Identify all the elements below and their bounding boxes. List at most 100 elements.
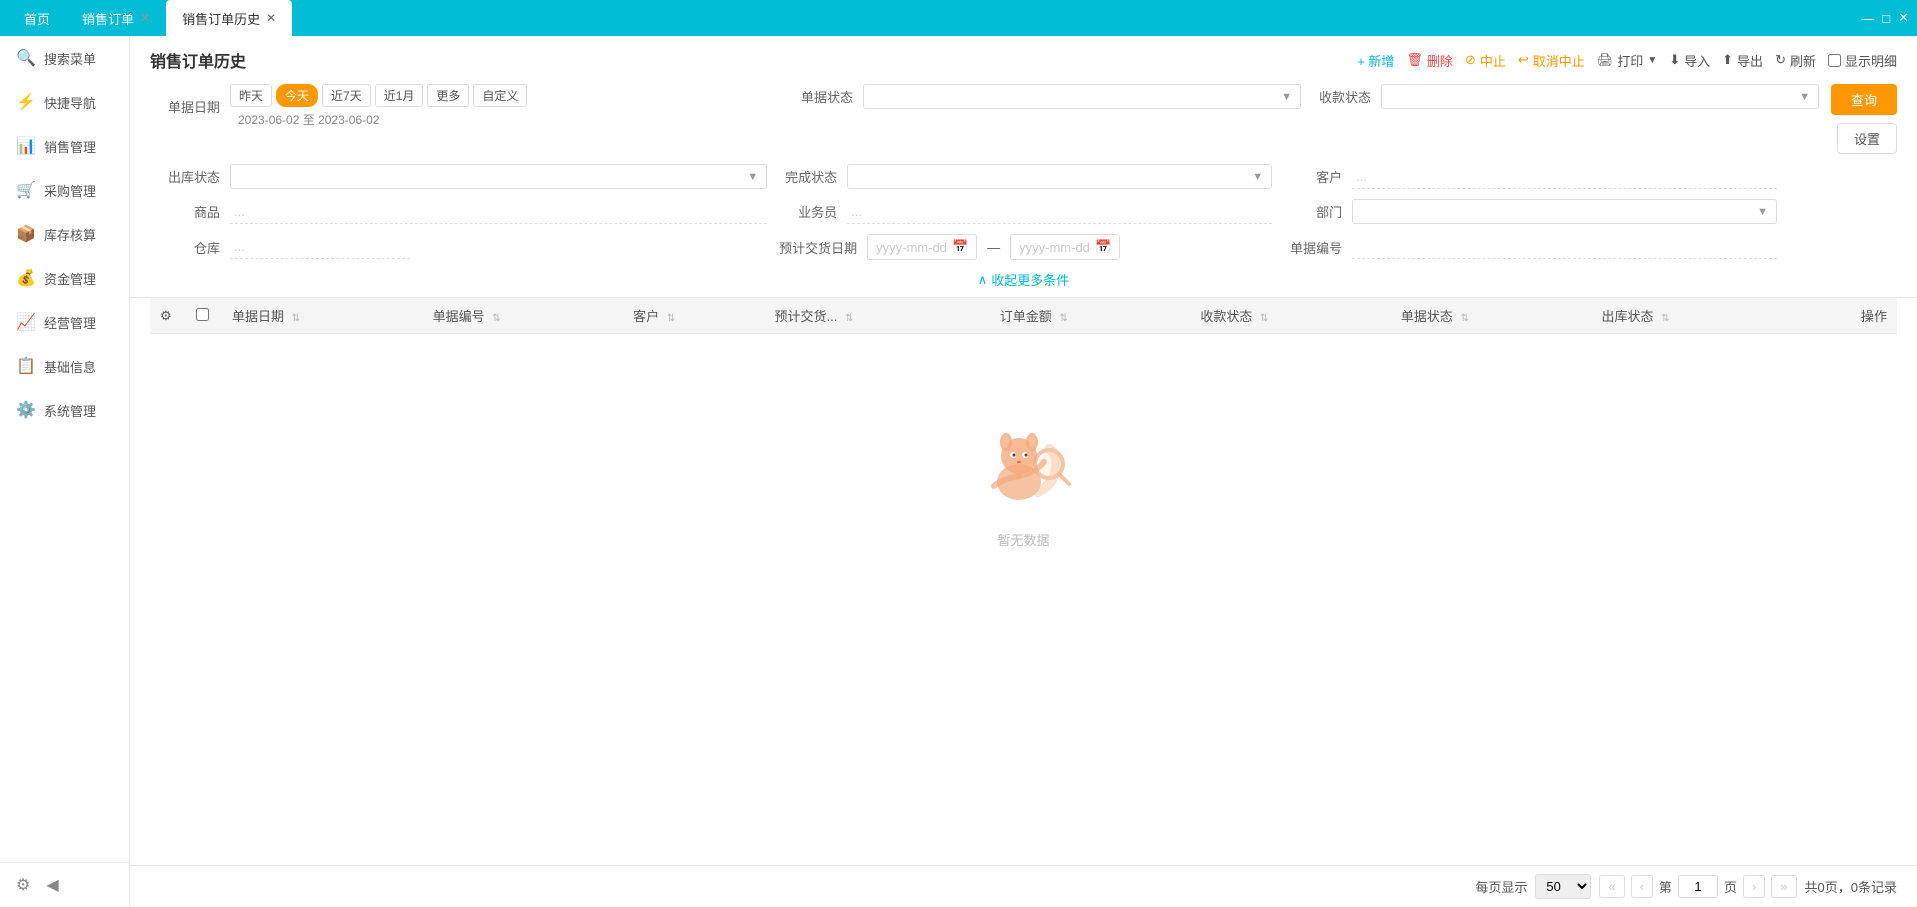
salesperson-input[interactable]: ... [847, 200, 1272, 224]
sidebar-item-label: 采购管理 [44, 181, 96, 200]
sidebar-collapse-icon[interactable]: ◀ [46, 875, 58, 895]
th-order-status[interactable]: 单据状态 ⇅ [1391, 298, 1592, 334]
print-dropdown-icon[interactable]: ▼ [1647, 55, 1657, 66]
th-delivery-status[interactable]: 出库状态 ⇅ [1591, 298, 1792, 334]
sidebar-item-purchase[interactable]: 🛒 采购管理 [0, 168, 129, 212]
date-btn-today[interactable]: 今天 [276, 84, 318, 107]
delete-button[interactable]: 🗑 删除 [1406, 51, 1453, 70]
sidebar-item-basic-info[interactable]: 📋 基础信息 [0, 344, 129, 388]
print-button[interactable]: 🖨 打印 ▼ [1597, 51, 1657, 70]
sidebar-item-operations[interactable]: 📈 经营管理 [0, 300, 129, 344]
import-button[interactable]: ⬇ 导入 [1669, 51, 1710, 70]
tab-sales-order-close[interactable]: ✕ [140, 11, 150, 25]
collapse-filter-button[interactable]: ∧ 收起更多条件 [150, 270, 1897, 289]
minimize-button[interactable]: — [1861, 11, 1874, 26]
order-status-label: 单据状态 [783, 87, 863, 106]
expected-delivery-from[interactable]: yyyy-mm-dd 📅 [867, 234, 977, 260]
last-page-button[interactable]: » [1771, 875, 1796, 898]
settings-button[interactable]: 设置 [1837, 123, 1897, 154]
footer: 每页显示 50 10 20 100 « ‹ 第 页 › » 共0页，0条记录 [130, 865, 1917, 907]
display-detail-checkbox[interactable]: 显示明细 [1828, 51, 1897, 70]
department-arrow: ▼ [1757, 206, 1768, 218]
cancel-stop-button[interactable]: ↩ 取消中止 [1518, 51, 1585, 70]
page-input[interactable] [1678, 875, 1718, 898]
calendar-from-icon[interactable]: 📅 [952, 239, 968, 255]
refresh-button[interactable]: ↻ 刷新 [1775, 51, 1816, 70]
tab-sales-order-history-close[interactable]: ✕ [266, 11, 276, 25]
delivery-status-arrow: ▼ [747, 171, 758, 183]
export-button[interactable]: ⬆ 导出 [1722, 51, 1763, 70]
sort-number-icon[interactable]: ⇅ [492, 313, 500, 324]
sidebar-item-label: 销售管理 [44, 137, 96, 156]
sort-amount-icon[interactable]: ⇅ [1059, 313, 1067, 324]
department-label: 部门 [1272, 202, 1352, 221]
refresh-icon: ↻ [1775, 52, 1786, 68]
sidebar-item-quick-nav[interactable]: ⚡ 快捷导航 [0, 80, 129, 124]
date-btn-more[interactable]: 更多 [427, 84, 469, 107]
sort-order-icon[interactable]: ⇅ [1461, 313, 1469, 324]
th-number[interactable]: 单据编号 ⇅ [423, 298, 624, 334]
date-btn-1month[interactable]: 近1月 [375, 84, 424, 107]
sidebar-item-system[interactable]: ⚙️ 系统管理 [0, 388, 129, 432]
delivery-status-select[interactable]: ▼ [230, 164, 767, 189]
empty-text: 暂无数据 [997, 530, 1049, 549]
th-amount[interactable]: 订单金额 ⇅ [990, 298, 1191, 334]
window-controls: — □ ✕ [1861, 10, 1909, 26]
payment-status-select[interactable]: ▼ [1381, 84, 1819, 109]
total-records: 共0页，0条记录 [1805, 877, 1897, 896]
sidebar-item-search[interactable]: 🔍 搜索菜单 [0, 36, 129, 80]
finance-icon: 💰 [16, 268, 36, 288]
warehouse-input[interactable]: ... [230, 235, 410, 259]
sidebar-item-sales[interactable]: 📊 销售管理 [0, 124, 129, 168]
department-select[interactable]: ▼ [1352, 199, 1777, 224]
sort-expected-icon[interactable]: ⇅ [845, 313, 853, 324]
expected-delivery-to[interactable]: yyyy-mm-dd 📅 [1010, 234, 1120, 260]
select-all-checkbox[interactable] [196, 308, 209, 321]
th-payment-status[interactable]: 收款状态 ⇅ [1190, 298, 1391, 334]
sort-payment-icon[interactable]: ⇅ [1260, 313, 1268, 324]
maximize-button[interactable]: □ [1882, 11, 1890, 26]
page-suffix: 页 [1724, 877, 1737, 896]
tab-sales-order[interactable]: 销售订单 ✕ [66, 0, 166, 36]
prev-page-button[interactable]: ‹ [1631, 875, 1653, 898]
add-button[interactable]: + 新增 [1357, 51, 1394, 70]
customer-input[interactable]: ... [1352, 165, 1777, 189]
tab-home[interactable]: 首页 [8, 0, 66, 36]
sidebar-item-finance[interactable]: 💰 资金管理 [0, 256, 129, 300]
date-btn-7days[interactable]: 近7天 [322, 84, 371, 107]
order-number-input[interactable] [1352, 235, 1777, 259]
table-area: ⚙ 单据日期 ⇅ 单据编号 ⇅ 客户 ⇅ [130, 298, 1917, 865]
sidebar-settings-icon[interactable]: ⚙ [16, 875, 30, 895]
close-button[interactable]: ✕ [1898, 10, 1909, 26]
next-page-button[interactable]: › [1743, 875, 1765, 898]
first-page-button[interactable]: « [1599, 875, 1624, 898]
page-label: 第 [1659, 877, 1672, 896]
tab-sales-order-history[interactable]: 销售订单历史 ✕ [166, 0, 292, 36]
delivery-status-label: 出库状态 [150, 167, 230, 186]
display-detail-input[interactable] [1828, 54, 1841, 67]
sidebar-item-label: 基础信息 [44, 357, 96, 376]
query-button[interactable]: 查询 [1831, 84, 1897, 115]
date-range-display: 2023-06-02 至 2023-06-02 [238, 111, 527, 128]
sort-customer-icon[interactable]: ⇅ [667, 313, 675, 324]
date-btn-yesterday[interactable]: 昨天 [230, 84, 272, 107]
th-customer[interactable]: 客户 ⇅ [623, 298, 764, 334]
th-checkbox[interactable] [186, 298, 222, 334]
query-buttons: 查询 设置 [1831, 84, 1897, 154]
stop-button[interactable]: ⊘ 中止 [1465, 51, 1506, 70]
order-status-select[interactable]: ▼ [863, 84, 1301, 109]
export-icon: ⬆ [1722, 52, 1733, 68]
sort-delivery-icon[interactable]: ⇅ [1661, 313, 1669, 324]
th-date[interactable]: 单据日期 ⇅ [222, 298, 423, 334]
per-page-select[interactable]: 50 10 20 100 [1535, 874, 1591, 899]
payment-status-label: 收款状态 [1301, 87, 1381, 106]
th-expected-delivery[interactable]: 预计交货... ⇅ [765, 298, 990, 334]
sort-date-icon[interactable]: ⇅ [292, 313, 300, 324]
complete-status-select[interactable]: ▼ [847, 164, 1272, 189]
calendar-to-icon[interactable]: 📅 [1095, 239, 1111, 255]
sidebar-item-inventory[interactable]: 📦 库存核算 [0, 212, 129, 256]
th-settings[interactable]: ⚙ [150, 298, 186, 334]
date-btn-custom[interactable]: 自定义 [473, 84, 527, 107]
salesperson-label: 业务员 [767, 202, 847, 221]
product-input[interactable]: ... [230, 200, 767, 224]
